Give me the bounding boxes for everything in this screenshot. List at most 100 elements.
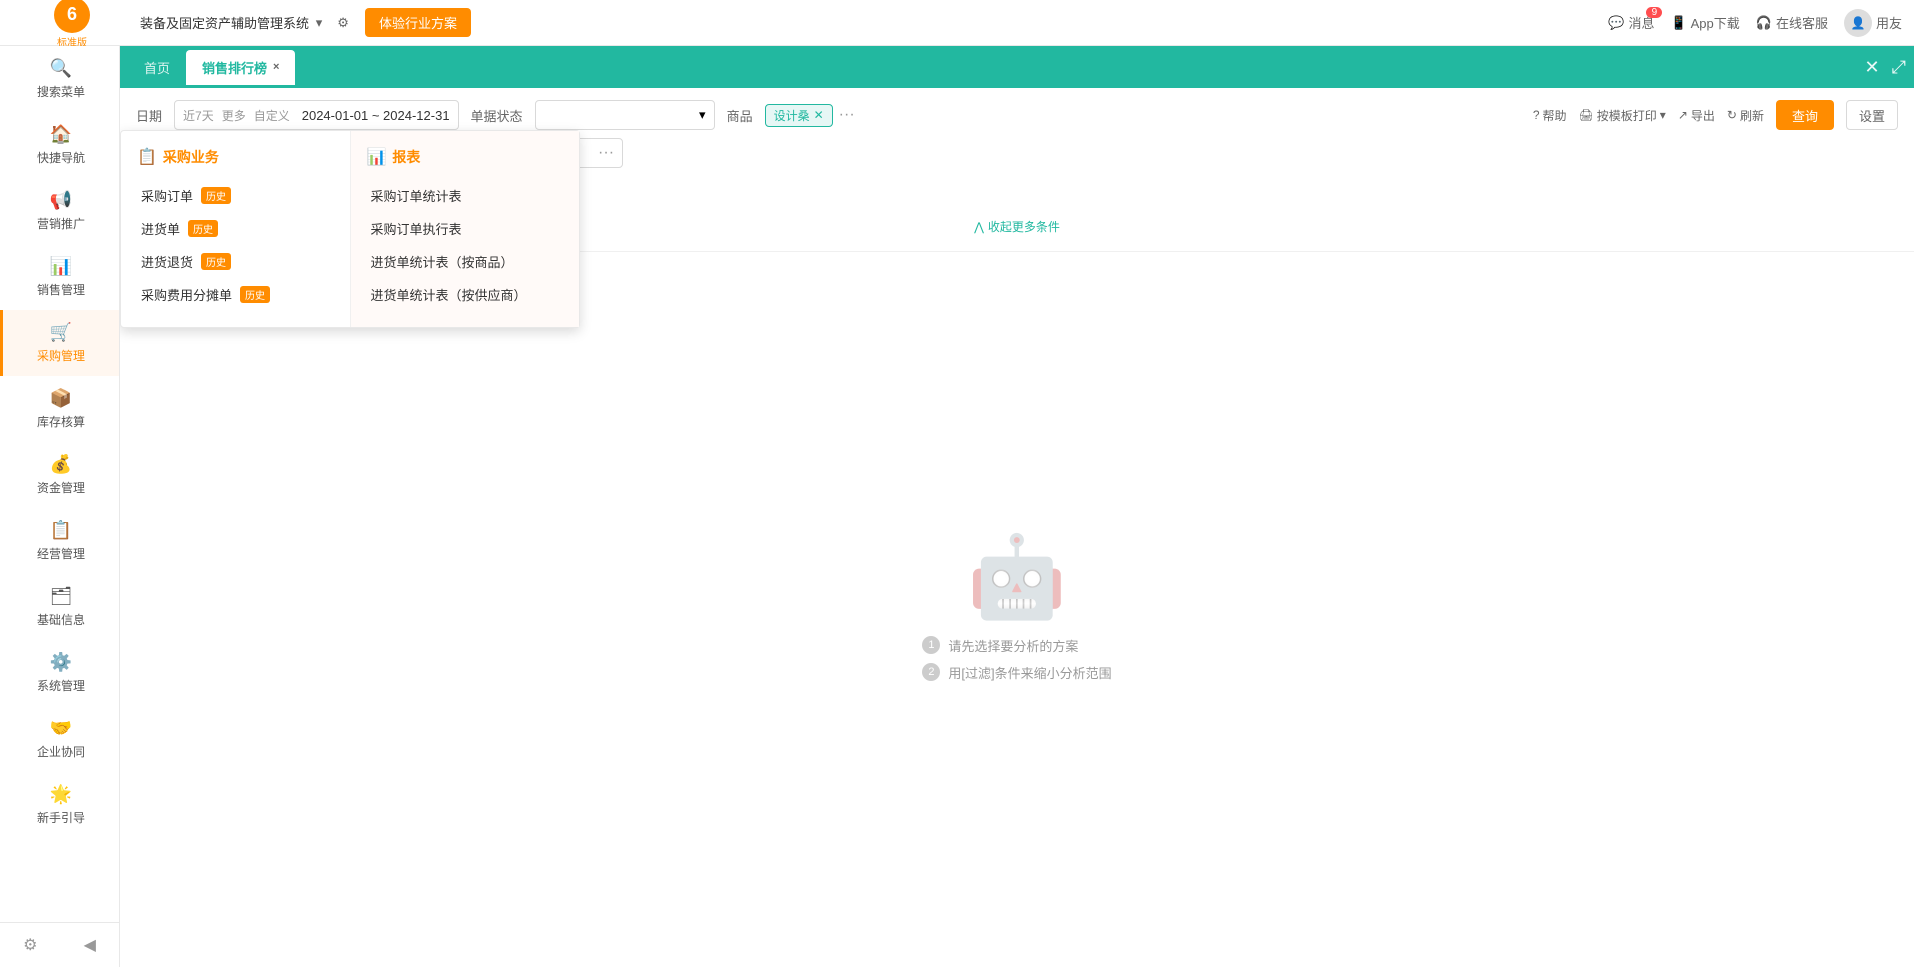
order-status-label: 单据状态: [471, 106, 523, 125]
tab-close-btn[interactable]: [273, 61, 279, 73]
purchase-dropdown-menu: 📋 采购业务 采购订单 历史 进货单 历史 进货退货 历史: [120, 130, 580, 328]
history-badge[interactable]: 历史: [188, 220, 218, 237]
date-option-7days[interactable]: 近7天: [183, 107, 214, 124]
empty-step-1: 1 请先选择要分析的方案: [922, 636, 1111, 655]
sidebar-item-label: 库存核算: [37, 413, 85, 430]
step-1-num: 1: [922, 636, 940, 654]
help-btn[interactable]: ? 帮助: [1533, 107, 1567, 124]
query-btn[interactable]: 查询: [1776, 100, 1834, 130]
online-service-btn[interactable]: 🎧 在线客服: [1756, 13, 1828, 32]
dropdown-item-purchase-return[interactable]: 进货退货 历史: [137, 245, 334, 278]
industry-btn[interactable]: 体验行业方案: [365, 8, 471, 37]
history-badge[interactable]: 历史: [240, 286, 270, 303]
headset-icon: 🎧: [1756, 15, 1772, 31]
goods-tag-close[interactable]: ✕: [814, 108, 824, 122]
chart-icon: 📊: [50, 256, 72, 277]
dropdown-item-purchase-inbound[interactable]: 进货单 历史: [137, 212, 334, 245]
dropdown-item-report-1[interactable]: 采购订单统计表: [367, 179, 564, 212]
sidebar-item-inventory[interactable]: 📦 库存核算: [0, 376, 119, 442]
tab-home[interactable]: 首页: [128, 50, 186, 85]
sidebar-item-guide[interactable]: 🌟 新手引导: [0, 772, 119, 838]
message-badge: 9: [1646, 7, 1662, 18]
history-badge[interactable]: 历史: [201, 253, 231, 270]
sidebar-item-label: 销售管理: [37, 281, 85, 298]
user-btn[interactable]: 👤 用友: [1844, 9, 1902, 37]
tab-bar: 首页 销售排行榜 ✕ ⤢: [120, 46, 1914, 88]
star-icon: 🌟: [50, 784, 72, 805]
dropdown-item-purchase-cost[interactable]: 采购费用分摊单 历史: [137, 278, 334, 311]
tab-close-window-btn[interactable]: ✕: [1865, 57, 1880, 78]
goods-tag[interactable]: 设计桑 ✕: [765, 104, 833, 127]
toolbar-right: ? 帮助 🖨 按模板打印 ↗ 导出 ↻: [1533, 100, 1898, 130]
step-2-num: 2: [922, 663, 940, 681]
page-content: 日期 近7天 更多 自定义 2024-01-01 ~ 2024-12-31 单据…: [120, 88, 1914, 967]
logo-area: 6 标准版: [12, 0, 132, 49]
report-col-title: 📊 报表: [367, 147, 564, 167]
tab-sales-rank[interactable]: 销售排行榜: [186, 50, 295, 85]
sidebar-item-cooperation[interactable]: 🤝 企业协同: [0, 706, 119, 772]
tab-bar-right: ✕ ⤢: [1865, 57, 1907, 78]
dropdown-item-purchase-order[interactable]: 采购订单 历史: [137, 179, 334, 212]
goods-filter-area: 设计桑 ✕ ···: [765, 104, 855, 127]
export-icon: ↗: [1678, 108, 1688, 122]
sidebar-bottom: ⚙ ◀: [0, 922, 119, 967]
message-icon: 💬: [1608, 15, 1624, 31]
clipboard-icon: 📋: [50, 520, 72, 541]
date-input[interactable]: 近7天 更多 自定义 2024-01-01 ~ 2024-12-31: [174, 100, 459, 130]
collapse-btn[interactable]: ⋀ 收起更多条件: [966, 214, 1068, 239]
sidebar-item-quick-nav[interactable]: 🏠 快捷导航: [0, 112, 119, 178]
print-chevron-icon: [1660, 108, 1666, 122]
print-btn[interactable]: 🖨 按模板打印: [1579, 107, 1666, 124]
sidebar-item-system[interactable]: ⚙️ 系统管理: [0, 640, 119, 706]
print-icon: 🖨: [1579, 108, 1594, 122]
help-icon: ?: [1533, 108, 1540, 122]
sidebar-item-business[interactable]: 📋 经营管理: [0, 508, 119, 574]
collapse-up-icon: ⋀: [974, 220, 984, 234]
sidebar: 🔍 搜索菜单 🏠 快捷导航 📢 营销推广 📊 销售管理 🛒 采购管理 📦 库存核…: [0, 46, 120, 967]
dropdown-item-report-3[interactable]: 进货单统计表（按商品）: [367, 245, 564, 278]
date-label: 日期: [136, 106, 162, 125]
empty-illustration: 🤖: [967, 530, 1067, 624]
avatar: 👤: [1844, 9, 1872, 37]
sidebar-item-label: 新手引导: [37, 809, 85, 826]
app-download-btn[interactable]: 📱 App下载: [1670, 13, 1739, 32]
date-option-more[interactable]: 更多: [222, 107, 246, 124]
phone-icon: 📱: [1670, 15, 1686, 31]
order-status-select[interactable]: [535, 100, 715, 130]
empty-state: 🤖 1 请先选择要分析的方案 2 用[过滤]条件来缩小分析范围: [120, 252, 1914, 967]
goods-more-btn[interactable]: ···: [839, 106, 855, 124]
chevron-down-icon: [699, 107, 706, 123]
refresh-btn[interactable]: ↻ 刷新: [1727, 107, 1764, 124]
sidebar-item-label: 经营管理: [37, 545, 85, 562]
date-option-custom[interactable]: 自定义: [254, 107, 290, 124]
system-dropdown-btn[interactable]: ▾: [309, 13, 329, 33]
sidebar-collapse-btn[interactable]: ◀: [84, 935, 96, 955]
dropdown-item-report-2[interactable]: 采购订单执行表: [367, 212, 564, 245]
box-icon: 📦: [50, 388, 72, 409]
sidebar-item-label: 营销推广: [37, 215, 85, 232]
refresh-icon: ↻: [1727, 108, 1737, 122]
salesperson-dots: ···: [598, 144, 614, 162]
gear-icon: ⚙️: [50, 652, 72, 673]
system-settings-btn[interactable]: ⚙: [329, 9, 357, 37]
sidebar-item-marketing[interactable]: 📢 营销推广: [0, 178, 119, 244]
report-col-icon: 📊: [367, 147, 387, 167]
sidebar-item-label: 采购管理: [37, 347, 85, 364]
sidebar-item-finance[interactable]: 💰 资金管理: [0, 442, 119, 508]
empty-step-2: 2 用[过滤]条件来缩小分析范围: [922, 663, 1111, 682]
goods-label: 商品: [727, 106, 753, 125]
sidebar-settings-btn[interactable]: ⚙: [23, 935, 37, 955]
settings-btn[interactable]: 设置: [1846, 100, 1898, 130]
sidebar-item-label: 基础信息: [37, 611, 85, 628]
dropdown-item-report-4[interactable]: 进货单统计表（按供应商）: [367, 278, 564, 311]
sidebar-item-purchase[interactable]: 🛒 采购管理: [0, 310, 119, 376]
toolbar-row: 日期 近7天 更多 自定义 2024-01-01 ~ 2024-12-31 单据…: [136, 100, 1898, 130]
export-btn[interactable]: ↗ 导出: [1678, 107, 1715, 124]
tab-maximize-btn[interactable]: ⤢: [1892, 57, 1906, 78]
sidebar-item-search[interactable]: 🔍 搜索菜单: [0, 46, 119, 112]
sidebar-item-sales[interactable]: 📊 销售管理: [0, 244, 119, 310]
message-btn[interactable]: 💬 消息 9: [1608, 13, 1654, 32]
purchase-col: 📋 采购业务 采购订单 历史 进货单 历史 进货退货 历史: [121, 131, 350, 327]
sidebar-item-basic-info[interactable]: 🗂 基础信息: [0, 574, 119, 640]
history-badge[interactable]: 历史: [201, 187, 231, 204]
